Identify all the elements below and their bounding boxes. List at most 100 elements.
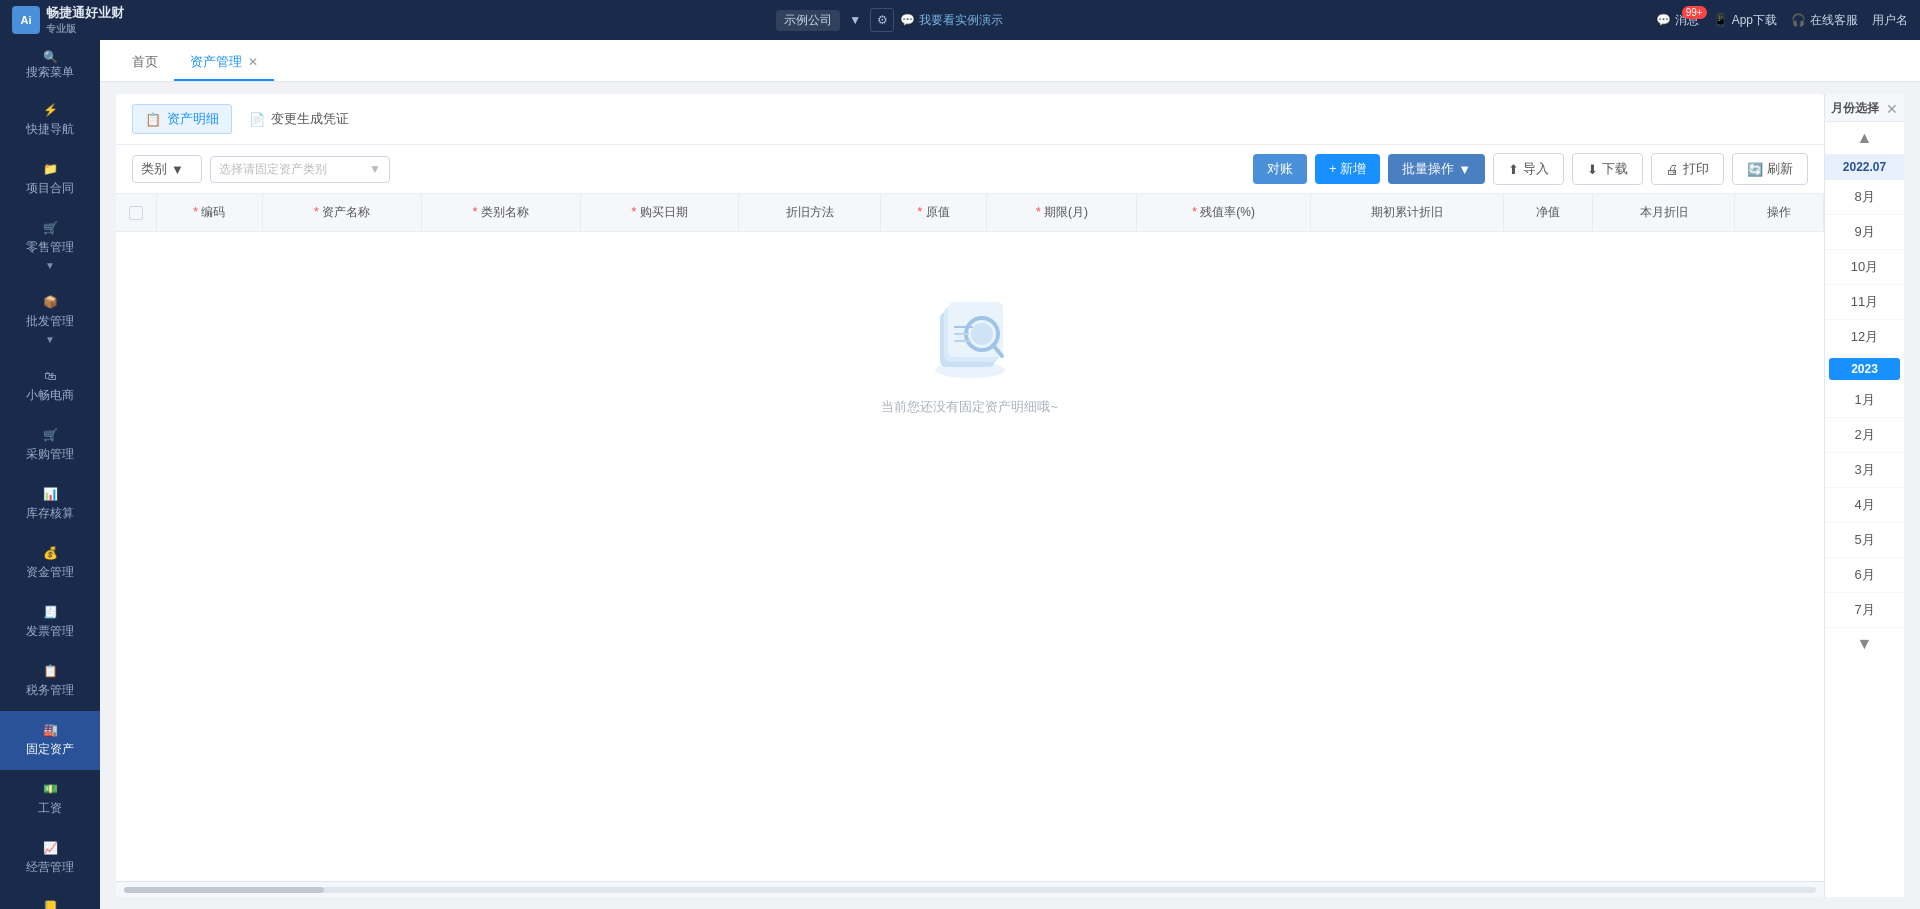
sidebar-item-wholesale[interactable]: 📦 批发管理 ▼ — [0, 283, 100, 357]
month-item-2023-1[interactable]: 1月 — [1825, 383, 1904, 418]
toolbar-right: 对账 + 新增 批量操作 ▼ ⬆ 导入 ⬇ 下载 — [1253, 153, 1808, 185]
company-dropdown-icon[interactable]: ▼ — [846, 11, 864, 29]
user-name: 用户名 — [1872, 12, 1908, 29]
month-item-8[interactable]: 8月 — [1825, 180, 1904, 215]
settings-icon[interactable]: ⚙ — [870, 8, 894, 32]
project-icon: 📁 — [43, 162, 58, 176]
sidebar-item-purchase[interactable]: 🛒 采购管理 — [0, 416, 100, 475]
sub-tab-change-voucher[interactable]: 📄 变更生成凭证 — [236, 104, 362, 134]
sidebar: 🔍 搜索菜单 ⚡ 快捷导航 📁 项目合同 🛒 零售管理 ▼ 📦 批发管理 ▼ 🛍… — [0, 40, 100, 909]
sidebar-item-ledger[interactable]: 📒 总账管理 — [0, 888, 100, 909]
sidebar-item-ecommerce[interactable]: 🛍 小畅电商 — [0, 357, 100, 416]
invoice-icon: 🧾 — [43, 605, 58, 619]
sidebar-item-tax[interactable]: 📋 税务管理 — [0, 652, 100, 711]
bottom-scroll-bar[interactable] — [116, 881, 1824, 897]
sidebar-item-label: 库存核算 — [26, 505, 74, 522]
top-bar-left: Ai 畅捷通好业财 专业版 — [12, 4, 124, 36]
month-nav-down: ▼ — [1825, 628, 1904, 660]
import-icon: ⬆ — [1508, 162, 1519, 177]
sidebar-item-label: 发票管理 — [26, 623, 74, 640]
sub-tabs: 📋 资产明细 📄 变更生成凭证 — [116, 94, 1824, 145]
print-button[interactable]: 🖨 打印 — [1651, 153, 1724, 185]
sidebar-item-label: 固定资产 — [26, 741, 74, 758]
demo-icon: 💬 — [900, 13, 915, 27]
svg-point-5 — [971, 323, 993, 345]
sidebar-item-label: 工资 — [38, 800, 62, 817]
sidebar-item-retail[interactable]: 🛒 零售管理 ▼ — [0, 209, 100, 283]
refresh-button[interactable]: 🔄 刷新 — [1732, 153, 1808, 185]
fixed-assets-icon: 🏭 — [43, 723, 58, 737]
message-icon: 💬 — [1656, 13, 1671, 27]
import-label: 导入 — [1523, 160, 1549, 178]
sidebar-item-inventory[interactable]: 📊 库存核算 — [0, 475, 100, 534]
month-item-2023-7[interactable]: 7月 — [1825, 593, 1904, 628]
online-service-button[interactable]: 🎧 在线客服 — [1791, 12, 1858, 29]
match-button[interactable]: 对账 — [1253, 154, 1307, 184]
tab-asset-management[interactable]: 资产管理 ✕ — [174, 45, 274, 81]
company-name[interactable]: 示例公司 — [776, 10, 840, 31]
message-badge: 99+ — [1682, 6, 1707, 19]
col-code: 编码 — [156, 194, 263, 232]
logo-icon: Ai — [12, 6, 40, 34]
month-nav-up-button[interactable]: ▲ — [1853, 126, 1877, 150]
month-panel-close-icon[interactable]: ✕ — [1886, 101, 1898, 117]
month-item-9[interactable]: 9月 — [1825, 215, 1904, 250]
col-net-value: 净值 — [1504, 194, 1593, 232]
month-item-2023-2[interactable]: 2月 — [1825, 418, 1904, 453]
col-operation: 操作 — [1734, 194, 1823, 232]
sidebar-item-label: 采购管理 — [26, 446, 74, 463]
user-button[interactable]: 用户名 — [1872, 12, 1908, 29]
month-item-2023-3[interactable]: 3月 — [1825, 453, 1904, 488]
category-placeholder: 选择请固定资产类别 — [219, 161, 327, 178]
retail-arrow-icon: ▼ — [45, 260, 55, 271]
add-button[interactable]: + 新增 — [1315, 154, 1380, 184]
import-button[interactable]: ⬆ 导入 — [1493, 153, 1564, 185]
tab-home[interactable]: 首页 — [116, 45, 174, 81]
month-item-10[interactable]: 10月 — [1825, 250, 1904, 285]
page-content: 📋 资产明细 📄 变更生成凭证 类别 ▼ — [100, 82, 1920, 909]
download-icon: ⬇ — [1587, 162, 1598, 177]
sidebar-item-quick-nav[interactable]: ⚡ 快捷导航 — [0, 91, 100, 150]
month-item-12[interactable]: 12月 — [1825, 320, 1904, 355]
wholesale-icon: 📦 — [43, 295, 58, 309]
month-nav-up: ▲ — [1825, 122, 1904, 154]
select-all-checkbox[interactable] — [129, 206, 143, 220]
table-container: 编码 资产名称 类别名称 购买日期 折旧方法 原值 期限(月) 残值率(%) 期… — [116, 194, 1824, 881]
batch-button[interactable]: 批量操作 ▼ — [1388, 154, 1485, 184]
scroll-thumb[interactable] — [124, 887, 324, 893]
sub-tab-asset-detail[interactable]: 📋 资产明细 — [132, 104, 232, 134]
sidebar-item-salary[interactable]: 💵 工资 — [0, 770, 100, 829]
asset-detail-icon: 📋 — [145, 112, 161, 127]
col-depreciation-method: 折旧方法 — [739, 194, 880, 232]
month-nav-down-button[interactable]: ▼ — [1853, 632, 1877, 656]
sidebar-item-fixed-assets[interactable]: 🏭 固定资产 — [0, 711, 100, 770]
message-button[interactable]: 💬 消息 99+ — [1656, 12, 1699, 29]
month-item-11[interactable]: 11月 — [1825, 285, 1904, 320]
month-item-2023-4[interactable]: 4月 — [1825, 488, 1904, 523]
sidebar-item-operations[interactable]: 📈 经营管理 — [0, 829, 100, 888]
download-button[interactable]: ⬇ 下载 — [1572, 153, 1643, 185]
category-dropdown-icon: ▼ — [171, 162, 184, 177]
month-item-2023-5[interactable]: 5月 — [1825, 523, 1904, 558]
sidebar-item-finance[interactable]: 💰 资金管理 — [0, 534, 100, 593]
sub-tab-label: 变更生成凭证 — [271, 110, 349, 128]
tab-bar: 首页 资产管理 ✕ — [100, 40, 1920, 82]
retail-icon: 🛒 — [43, 221, 58, 235]
sidebar-search[interactable]: 🔍 搜索菜单 — [0, 40, 100, 91]
refresh-label: 刷新 — [1767, 160, 1793, 178]
demo-link[interactable]: 💬 我要看实例演示 — [900, 12, 1003, 29]
toolbar-left: 类别 ▼ 选择请固定资产类别 ▼ — [132, 155, 390, 183]
app-edition: 专业版 — [46, 22, 124, 36]
batch-label: 批量操作 — [1402, 160, 1454, 178]
sidebar-item-invoice[interactable]: 🧾 发票管理 — [0, 593, 100, 652]
inventory-icon: 📊 — [43, 487, 58, 501]
scroll-track[interactable] — [124, 887, 1816, 893]
tab-close-icon[interactable]: ✕ — [248, 55, 258, 69]
empty-text: 当前您还没有固定资产明细哦~ — [881, 398, 1058, 416]
category-select[interactable]: 选择请固定资产类别 ▼ — [210, 156, 390, 183]
sidebar-item-project[interactable]: 📁 项目合同 — [0, 150, 100, 209]
app-download-button[interactable]: 📱 App下载 — [1713, 12, 1777, 29]
month-item-2023-6[interactable]: 6月 — [1825, 558, 1904, 593]
col-monthly-depreciation: 本月折旧 — [1593, 194, 1734, 232]
category-filter[interactable]: 类别 ▼ — [132, 155, 202, 183]
